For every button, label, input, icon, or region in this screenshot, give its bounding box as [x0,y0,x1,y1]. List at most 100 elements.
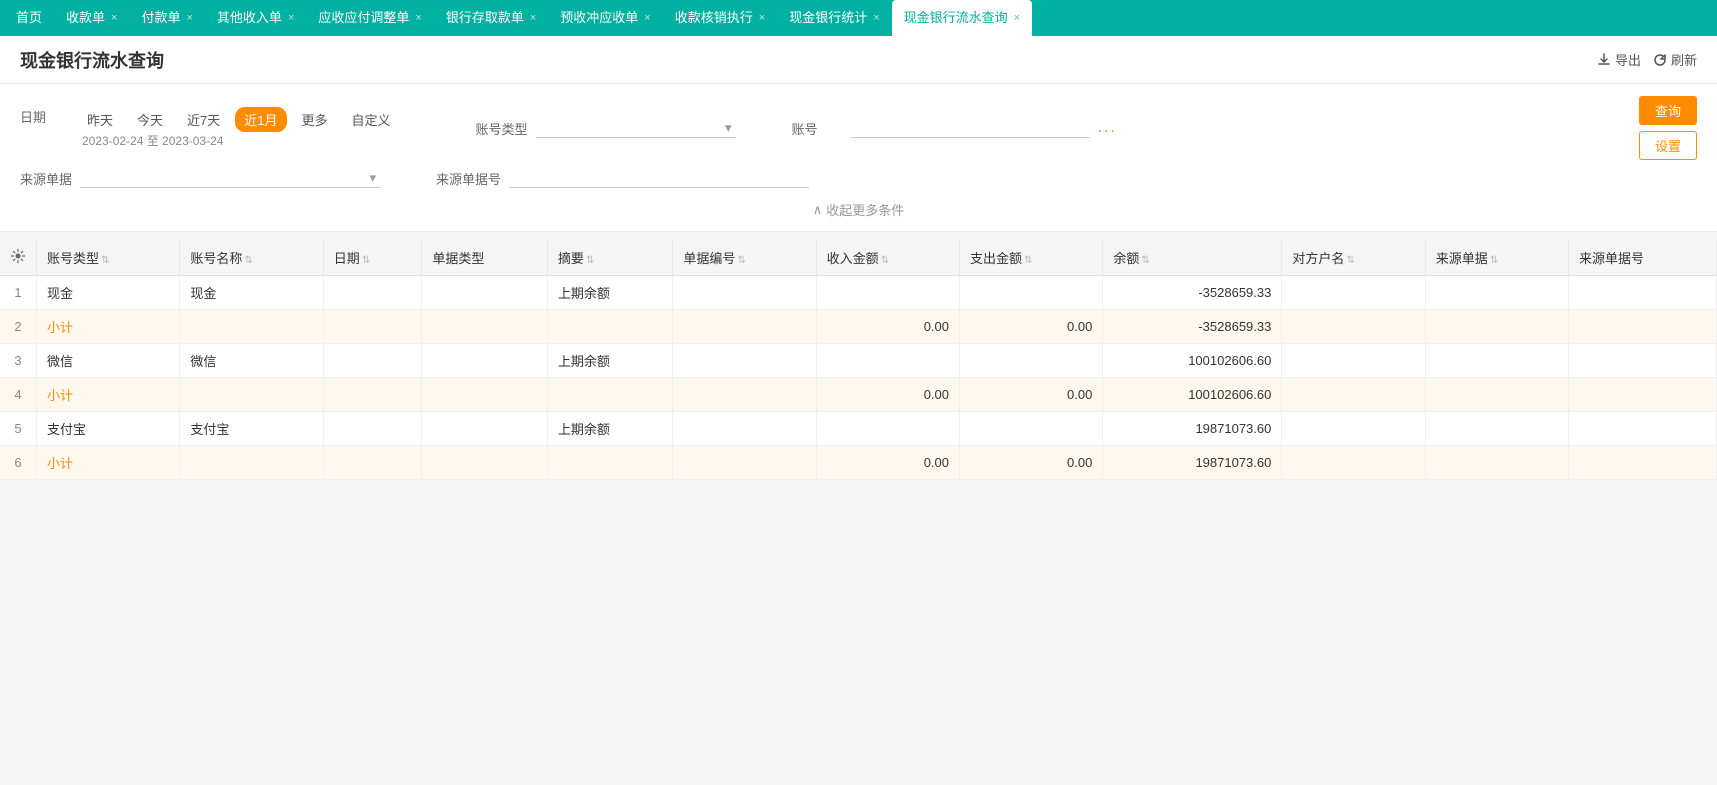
td-balance: 100102606.60 [1103,344,1282,378]
account-input[interactable] [850,118,1090,138]
source-doc-no-filter: 来源单据号 [436,168,809,188]
td-doc-no [673,378,816,412]
table-row: 1现金现金上期余额-3528659.33 [0,276,1717,310]
td-source-doc-no [1569,412,1717,446]
date-btn-7days[interactable]: 近7天 [178,107,229,132]
th-source-doc-no[interactable]: 来源单据号 [1569,240,1717,276]
td-doc-type [422,446,547,480]
th-expense[interactable]: 支出金额⇅ [960,240,1103,276]
nav-other-income-label: 其他收入单 [217,0,282,36]
td-date [323,310,422,344]
nav-receipt-close[interactable]: × [111,0,117,36]
td-source-doc [1425,310,1568,344]
td-balance: -3528659.33 [1103,276,1282,310]
td-source-doc-no [1569,310,1717,344]
nav-prepay-label: 预收冲应收单 [560,0,638,36]
source-doc-filter: 来源单据 ▾ [20,168,380,188]
nav-other-income[interactable]: 其他收入单 × [205,0,306,36]
nav-bank-deposit[interactable]: 银行存取款单 × [434,0,548,36]
td-summary [547,378,672,412]
refresh-label: 刷新 [1671,50,1697,69]
td-doc-no [673,412,816,446]
nav-home[interactable]: 首页 [4,0,54,36]
nav-adjustment[interactable]: 应收应付调整单 × [306,0,433,36]
th-income[interactable]: 收入金额⇅ [816,240,959,276]
td-expense: 0.00 [960,378,1103,412]
td-account-name: 微信 [180,344,323,378]
td-account-name [180,378,323,412]
td-row-no: 2 [0,310,37,344]
table-row: 5支付宝支付宝上期余额19871073.60 [0,412,1717,446]
td-date [323,344,422,378]
td-date [323,276,422,310]
nav-verify-close[interactable]: × [759,0,765,36]
date-label: 日期 [20,107,70,126]
th-source-doc[interactable]: 来源单据⇅ [1425,240,1568,276]
nav-bank-deposit-close[interactable]: × [530,0,536,36]
date-btn-custom[interactable]: 自定义 [343,107,400,132]
nav-receipt[interactable]: 收款单 × [54,0,129,36]
filter-row-2: 来源单据 ▾ 来源单据号 [20,168,1697,188]
th-account-name[interactable]: 账号名称⇅ [180,240,323,276]
td-summary: 上期余额 [547,344,672,378]
export-button[interactable]: 导出 [1597,50,1641,69]
date-filter: 日期 昨天 今天 近7天 近1月 更多 自定义 2023-02-24 至 202… [20,107,400,149]
td-account-type: 小计 [37,378,180,412]
refresh-button[interactable]: 刷新 [1653,50,1697,69]
source-doc-no-input[interactable] [509,168,809,188]
account-type-select[interactable] [536,118,736,138]
nav-payment[interactable]: 付款单 × [129,0,204,36]
th-summary[interactable]: 摘要⇅ [547,240,672,276]
date-options-group: 昨天 今天 近7天 近1月 更多 自定义 2023-02-24 至 2023-0… [78,107,400,149]
td-counterpart [1282,276,1425,310]
th-balance[interactable]: 余额⇅ [1103,240,1282,276]
th-date[interactable]: 日期⇅ [323,240,422,276]
nav-home-label: 首页 [16,0,42,36]
filter-area: 日期 昨天 今天 近7天 近1月 更多 自定义 2023-02-24 至 202… [0,84,1717,232]
table-header-row: 账号类型⇅ 账号名称⇅ 日期⇅ 单据类型 摘要⇅ 单据编号⇅ 收入金额⇅ 支出金… [0,240,1717,276]
nav-cashflow[interactable]: 现金银行流水查询 × [892,0,1032,36]
settings-button[interactable]: 设置 [1639,131,1697,160]
nav-stats-close[interactable]: × [873,0,879,36]
nav-prepay-close[interactable]: × [644,0,650,36]
date-btn-1month[interactable]: 近1月 [235,107,286,132]
collapse-bar[interactable]: ∧ 收起更多条件 [20,196,1697,223]
td-source-doc [1425,276,1568,310]
nav-payment-close[interactable]: × [186,0,192,36]
page-title: 现金银行流水查询 [20,47,164,73]
nav-other-income-close[interactable]: × [288,0,294,36]
column-settings-icon [10,248,26,264]
date-btn-yesterday[interactable]: 昨天 [78,107,122,132]
top-nav: 首页 收款单 × 付款单 × 其他收入单 × 应收应付调整单 × 银行存取款单 … [0,0,1717,36]
nav-stats[interactable]: 现金银行统计 × [777,0,891,36]
td-income [816,344,959,378]
account-dots-btn[interactable]: ... [1098,119,1117,137]
nav-adjustment-close[interactable]: × [415,0,421,36]
date-btn-today[interactable]: 今天 [128,107,172,132]
th-settings[interactable] [0,240,37,276]
nav-prepay[interactable]: 预收冲应收单 × [548,0,662,36]
date-btn-more[interactable]: 更多 [293,107,337,132]
th-account-type[interactable]: 账号类型⇅ [37,240,180,276]
th-doc-no[interactable]: 单据编号⇅ [673,240,816,276]
td-date [323,378,422,412]
td-summary: 上期余额 [547,276,672,310]
th-counterpart[interactable]: 对方户名⇅ [1282,240,1425,276]
td-source-doc-no [1569,378,1717,412]
td-account-name [180,310,323,344]
query-button[interactable]: 查询 [1639,96,1697,125]
td-balance: 19871073.60 [1103,446,1282,480]
nav-verify[interactable]: 收款核销执行 × [663,0,777,36]
td-account-type: 现金 [37,276,180,310]
td-account-type: 小计 [37,446,180,480]
td-income [816,276,959,310]
source-doc-select[interactable] [80,168,380,188]
th-doc-type[interactable]: 单据类型 [422,240,547,276]
td-source-doc [1425,412,1568,446]
td-doc-type [422,412,547,446]
filter-row-1: 日期 昨天 今天 近7天 近1月 更多 自定义 2023-02-24 至 202… [20,96,1697,160]
td-expense: 0.00 [960,310,1103,344]
td-source-doc [1425,446,1568,480]
td-income: 0.00 [816,446,959,480]
nav-cashflow-close[interactable]: × [1014,0,1020,36]
